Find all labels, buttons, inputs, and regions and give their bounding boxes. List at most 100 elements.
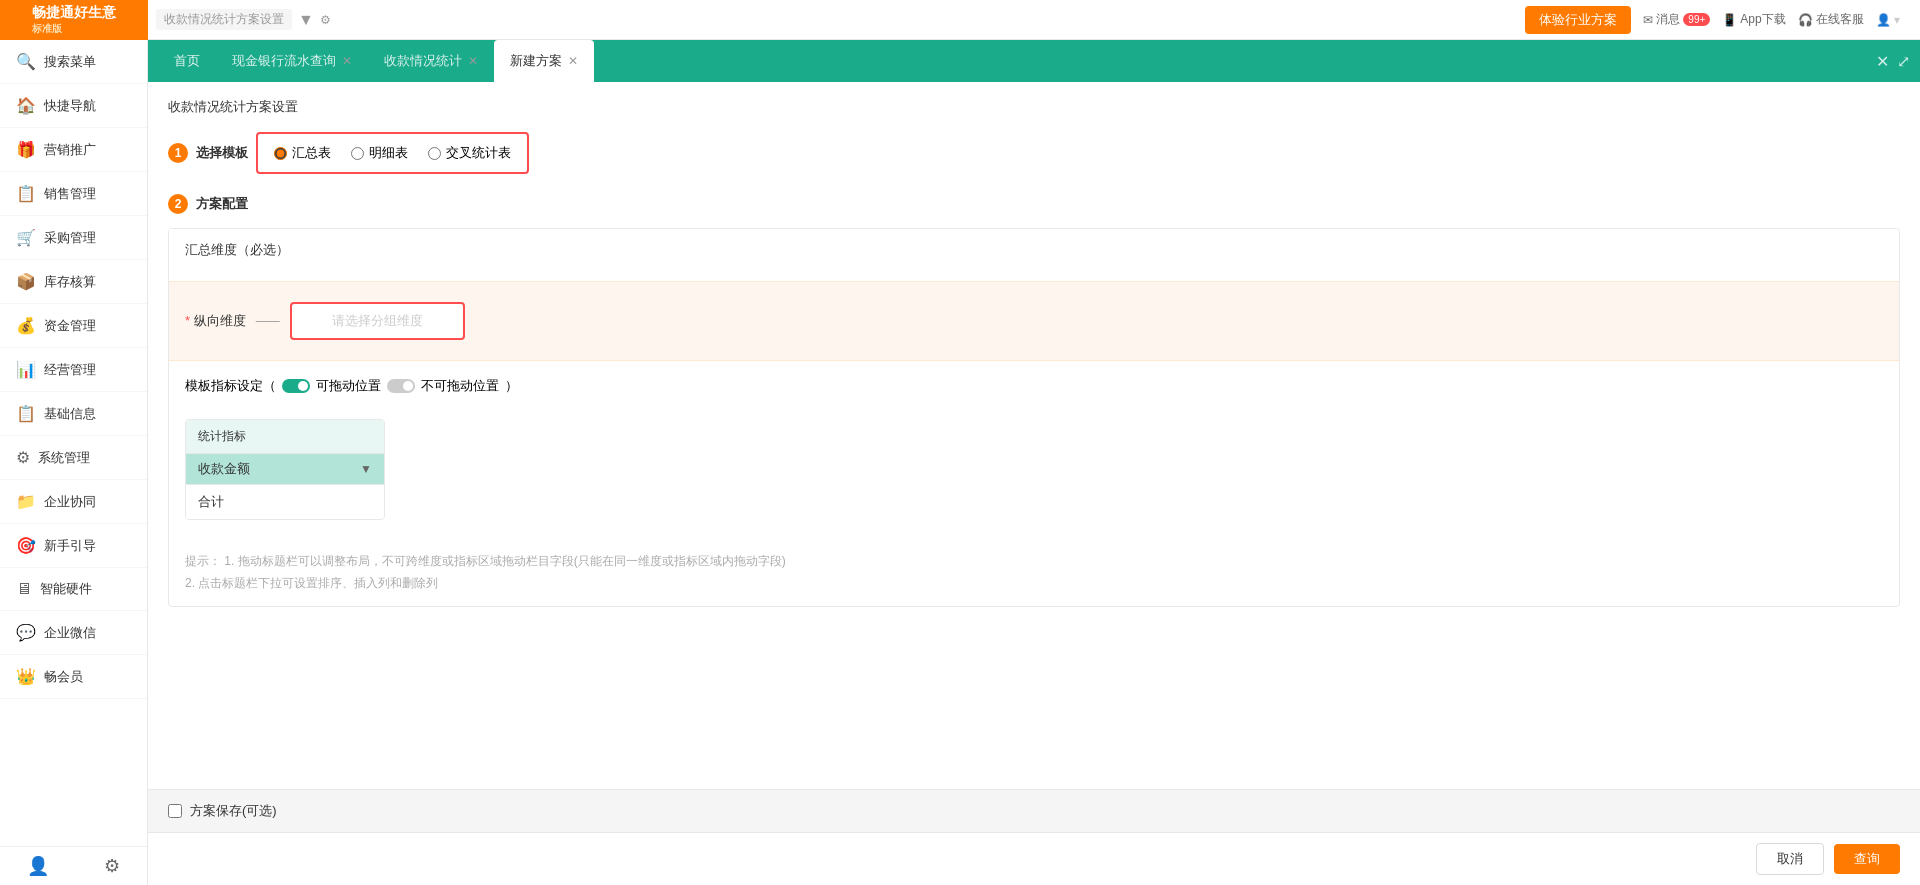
sidebar-item-wechat[interactable]: 💬 企业微信 <box>0 611 147 655</box>
tab-maximize-btn[interactable]: ⤢ <box>1897 52 1910 71</box>
tab-cashflow[interactable]: 现金银行流水查询 ✕ <box>216 40 368 82</box>
dim-select-box[interactable]: 请选择分组维度 <box>290 302 465 340</box>
config-box: 汇总维度（必选） * 纵向维度 —— 请选择分组维度 <box>168 228 1900 607</box>
sidebar-item-quicknav[interactable]: 🏠 快捷导航 <box>0 84 147 128</box>
stats-col-dropdown-icon[interactable]: ▼ <box>360 462 372 476</box>
cancel-button[interactable]: 取消 <box>1756 843 1824 875</box>
sidebar-item-basicinfo[interactable]: 📋 基础信息 <box>0 392 147 436</box>
query-button[interactable]: 查询 <box>1834 844 1900 874</box>
save-plan-checkbox[interactable] <box>168 804 182 818</box>
page-content: 收款情况统计方案设置 1 选择模板 汇总表 <box>148 82 1920 832</box>
tab-receipts-label: 收款情况统计 <box>384 52 462 70</box>
inner-content: 收款情况统计方案设置 1 选择模板 汇总表 <box>148 82 1920 789</box>
message-icon: ✉ <box>1643 13 1653 27</box>
home-icon: 🏠 <box>16 96 36 115</box>
radio-detail[interactable]: 明细表 <box>351 144 408 162</box>
industry-btn[interactable]: 体验行业方案 <box>1525 6 1631 34</box>
movable-label: 可拖动位置 <box>316 377 381 395</box>
close-paren: ） <box>505 377 518 395</box>
section-config: 2 方案配置 汇总维度（必选） * 纵向维度 <box>168 194 1900 607</box>
metrics-hint-row: 模板指标设定（ 可拖动位置 不可拖动位置 ） <box>185 377 1883 395</box>
tip-2: 2. 点击标题栏下拉可设置排序、插入列和删除列 <box>185 573 1883 595</box>
dim-row: * 纵向维度 —— 请选择分组维度 <box>185 302 1883 340</box>
service-item[interactable]: 🎧 在线客服 <box>1798 11 1864 28</box>
tab-cashflow-close[interactable]: ✕ <box>342 54 352 68</box>
wechat-icon: 💬 <box>16 623 36 642</box>
tips-section: 提示： 1. 拖动标题栏可以调整布局，不可跨维度或指标区域拖动栏目字段(只能在同… <box>169 539 1899 606</box>
sidebar-user-icon[interactable]: 👤 <box>27 855 49 877</box>
sidebar-item-sales[interactable]: 📋 销售管理 <box>0 172 147 216</box>
aggregate-label: 汇总维度（必选） <box>185 241 1883 259</box>
sidebar-item-system[interactable]: ⚙ 系统管理 <box>0 436 147 480</box>
service-icon: 🎧 <box>1798 13 1813 27</box>
sidebar-item-inventory[interactable]: 📦 库存核算 <box>0 260 147 304</box>
sidebar-label-operations: 经营管理 <box>44 361 96 379</box>
sidebar-label-wechat: 企业微信 <box>44 624 96 642</box>
fixed-toggle <box>387 379 415 393</box>
sidebar-label-finance: 资金管理 <box>44 317 96 335</box>
tab-close-btn[interactable]: ✕ <box>1876 52 1889 71</box>
section1-number: 1 <box>168 143 188 163</box>
member-icon: 👑 <box>16 667 36 686</box>
radio-cross-label: 交叉统计表 <box>446 144 511 162</box>
tab-receipts-close[interactable]: ✕ <box>468 54 478 68</box>
info-icon: 📋 <box>16 404 36 423</box>
gear-icon[interactable]: ▼ <box>298 11 314 29</box>
breadcrumb-text: 收款情况统计方案设置 <box>156 9 292 30</box>
sidebar-item-finance[interactable]: 💰 资金管理 <box>0 304 147 348</box>
sidebar-item-collab[interactable]: 📁 企业协同 <box>0 480 147 524</box>
tab-newplan-close[interactable]: ✕ <box>568 54 578 68</box>
stats-col-header[interactable]: 收款金额 ▼ <box>186 454 384 485</box>
radio-summary[interactable]: 汇总表 <box>274 144 331 162</box>
sidebar-item-purchase[interactable]: 🛒 采购管理 <box>0 216 147 260</box>
radio-detail-input[interactable] <box>351 147 364 160</box>
money-icon: 💰 <box>16 316 36 335</box>
sidebar-settings-icon[interactable]: ⚙ <box>104 855 120 877</box>
gear-settings[interactable]: ⚙ <box>320 13 331 27</box>
sidebar-item-search[interactable]: 🔍 搜索菜单 <box>0 40 147 84</box>
bottom-action-bar: 取消 查询 <box>148 832 1920 885</box>
section-template: 1 选择模板 汇总表 明细表 <box>168 132 1900 174</box>
page-title: 收款情况统计方案设置 <box>168 98 1900 116</box>
collab-icon: 📁 <box>16 492 36 511</box>
gift-icon: 🎁 <box>16 140 36 159</box>
sidebar-label-member: 畅会员 <box>44 668 83 686</box>
template-options-box: 汇总表 明细表 交叉统计表 <box>256 132 529 174</box>
notification-item[interactable]: ✉ 消息 99+ <box>1643 11 1710 28</box>
section2-number: 2 <box>168 194 188 214</box>
sidebar-label-hardware: 智能硬件 <box>40 580 92 598</box>
tab-cashflow-label: 现金银行流水查询 <box>232 52 336 70</box>
tab-newplan[interactable]: 新建方案 ✕ <box>494 40 594 82</box>
save-plan-label: 方案保存(可选) <box>190 802 277 820</box>
radio-summary-input[interactable] <box>274 147 287 160</box>
sidebar-label-search: 搜索菜单 <box>44 53 96 71</box>
fixed-label: 不可拖动位置 <box>421 377 499 395</box>
sidebar-label-basicinfo: 基础信息 <box>44 405 96 423</box>
top-header: 畅捷通好生意 标准版 收款情况统计方案设置 ▼ ⚙ 体验行业方案 ✉ 消息 99… <box>0 0 1920 40</box>
sidebar-bottom: 👤 ⚙ <box>0 846 147 885</box>
user-avatar[interactable]: 👤 ▾ <box>1876 13 1900 27</box>
sidebar-item-marketing[interactable]: 🎁 营销推广 <box>0 128 147 172</box>
app-name: 畅捷通好生意 <box>32 4 116 22</box>
tab-home[interactable]: 首页 <box>158 40 216 82</box>
sidebar-item-hardware[interactable]: 🖥 智能硬件 <box>0 568 147 611</box>
movable-toggle <box>282 379 310 393</box>
sidebar-label-sales: 销售管理 <box>44 185 96 203</box>
radio-cross-input[interactable] <box>428 147 441 160</box>
section2-title: 方案配置 <box>196 195 248 213</box>
cart-icon: 🛒 <box>16 228 36 247</box>
tab-receipts[interactable]: 收款情况统计 ✕ <box>368 40 494 82</box>
section1-header: 1 选择模板 汇总表 明细表 <box>168 132 1900 174</box>
sidebar-item-member[interactable]: 👑 畅会员 <box>0 655 147 699</box>
radio-summary-label: 汇总表 <box>292 144 331 162</box>
download-item[interactable]: 📱 App下载 <box>1722 11 1785 28</box>
sidebar-item-guide[interactable]: 🎯 新手引导 <box>0 524 147 568</box>
stats-table-header: 统计指标 <box>186 420 384 454</box>
app-edition: 标准版 <box>32 22 116 36</box>
stats-table: 统计指标 收款金额 ▼ 合计 <box>185 419 385 520</box>
sidebar-label-system: 系统管理 <box>38 449 90 467</box>
vertical-dim-label: * 纵向维度 <box>185 312 246 330</box>
radio-cross[interactable]: 交叉统计表 <box>428 144 511 162</box>
sidebar-item-operations[interactable]: 📊 经营管理 <box>0 348 147 392</box>
sales-icon: 📋 <box>16 184 36 203</box>
